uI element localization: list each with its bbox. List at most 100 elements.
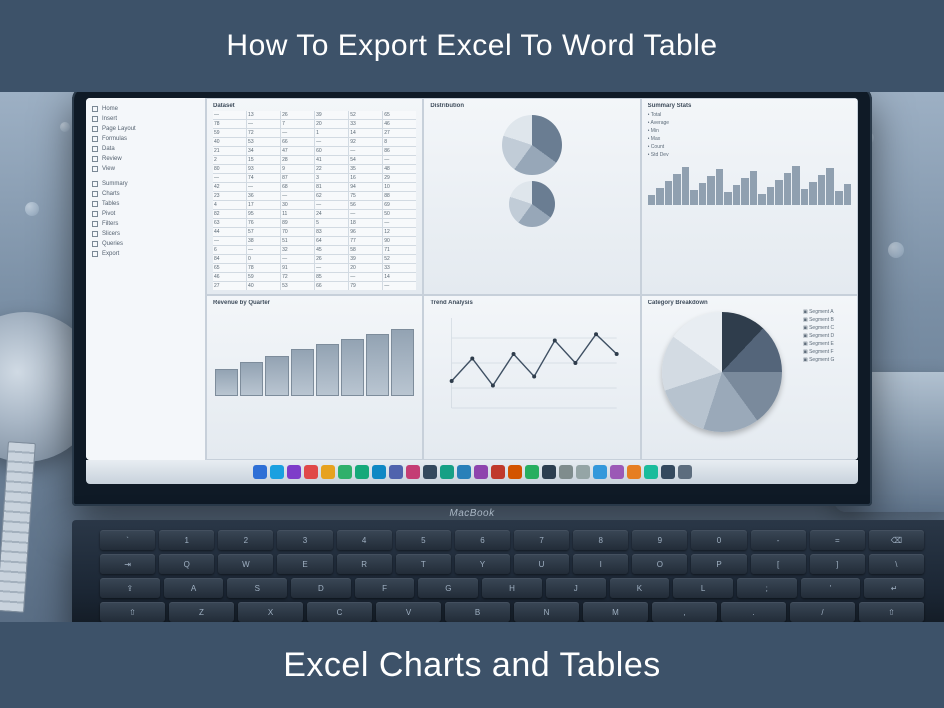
keyboard-key[interactable]: 2 xyxy=(218,530,273,550)
keyboard-key[interactable]: 4 xyxy=(337,530,392,550)
keyboard-key[interactable]: T xyxy=(396,554,451,574)
sidebar-item[interactable]: Insert xyxy=(90,114,201,124)
dock-app-icon[interactable] xyxy=(389,465,403,479)
dock-app-icon[interactable] xyxy=(627,465,641,479)
keyboard-key[interactable]: X xyxy=(238,602,303,622)
dock-app-icon[interactable] xyxy=(678,465,692,479)
dock-app-icon[interactable] xyxy=(423,465,437,479)
dock-app-icon[interactable] xyxy=(270,465,284,479)
dock-app-icon[interactable] xyxy=(593,465,607,479)
keyboard-key[interactable]: / xyxy=(790,602,855,622)
keyboard-key[interactable]: I xyxy=(573,554,628,574)
keyboard-key[interactable]: F xyxy=(355,578,415,598)
keyboard-key[interactable]: [ xyxy=(751,554,806,574)
keyboard-key[interactable]: ⇥ xyxy=(100,554,155,574)
keyboard-key[interactable]: 8 xyxy=(573,530,628,550)
table-cell: 60 xyxy=(315,147,348,155)
keyboard-key[interactable]: 6 xyxy=(455,530,510,550)
keyboard-key[interactable]: A xyxy=(164,578,224,598)
dock-app-icon[interactable] xyxy=(644,465,658,479)
keyboard-key[interactable]: 3 xyxy=(277,530,332,550)
keyboard-key[interactable]: ↵ xyxy=(864,578,924,598)
dock-app-icon[interactable] xyxy=(321,465,335,479)
sidebar-item[interactable]: Data xyxy=(90,144,201,154)
keyboard-key[interactable]: Q xyxy=(159,554,214,574)
keyboard-key[interactable]: ; xyxy=(737,578,797,598)
keyboard-key[interactable]: Z xyxy=(169,602,234,622)
table-cell: 59 xyxy=(247,273,280,281)
sidebar-item[interactable]: Tables xyxy=(90,199,201,209)
keyboard-key[interactable]: Y xyxy=(455,554,510,574)
sidebar-item[interactable]: View xyxy=(90,164,201,174)
dock-app-icon[interactable] xyxy=(508,465,522,479)
dock-app-icon[interactable] xyxy=(338,465,352,479)
dock-app-icon[interactable] xyxy=(372,465,386,479)
keyboard-key[interactable]: 7 xyxy=(514,530,569,550)
keyboard-key[interactable]: S xyxy=(227,578,287,598)
keyboard-key[interactable]: O xyxy=(632,554,687,574)
keyboard-key[interactable]: K xyxy=(610,578,670,598)
sidebar-item[interactable]: Summary xyxy=(90,179,201,189)
keyboard-key[interactable]: V xyxy=(376,602,441,622)
dock-app-icon[interactable] xyxy=(576,465,590,479)
dock-app-icon[interactable] xyxy=(474,465,488,479)
keyboard-key[interactable]: W xyxy=(218,554,273,574)
table-cell: 87 xyxy=(281,174,314,182)
dock-app-icon[interactable] xyxy=(406,465,420,479)
keyboard-key[interactable]: , xyxy=(652,602,717,622)
keyboard-key[interactable]: ' xyxy=(801,578,861,598)
sidebar-item[interactable]: Formulas xyxy=(90,134,201,144)
keyboard-key[interactable]: 0 xyxy=(691,530,746,550)
table-cell: 81 xyxy=(315,183,348,191)
table-cell: 53 xyxy=(281,282,314,290)
keyboard-key[interactable]: ` xyxy=(100,530,155,550)
keyboard-key[interactable]: H xyxy=(482,578,542,598)
sidebar-item[interactable]: Slicers xyxy=(90,229,201,239)
keyboard-key[interactable]: E xyxy=(277,554,332,574)
keyboard-key[interactable]: C xyxy=(307,602,372,622)
keyboard-key[interactable]: P xyxy=(691,554,746,574)
dock-app-icon[interactable] xyxy=(253,465,267,479)
keyboard-key[interactable]: G xyxy=(418,578,478,598)
dock-app-icon[interactable] xyxy=(610,465,624,479)
sidebar-item[interactable]: Page Layout xyxy=(90,124,201,134)
dock-app-icon[interactable] xyxy=(440,465,454,479)
sidebar-item[interactable]: Filters xyxy=(90,219,201,229)
sidebar-item[interactable]: Review xyxy=(90,154,201,164)
table-cell: 46 xyxy=(213,273,246,281)
keyboard-key[interactable]: ⇧ xyxy=(100,602,165,622)
keyboard-key[interactable]: 9 xyxy=(632,530,687,550)
keyboard-key[interactable]: = xyxy=(810,530,865,550)
dock-app-icon[interactable] xyxy=(542,465,556,479)
dock-app-icon[interactable] xyxy=(525,465,539,479)
keyboard-key[interactable]: ⇧ xyxy=(859,602,924,622)
dock-app-icon[interactable] xyxy=(355,465,369,479)
keyboard-key[interactable]: \ xyxy=(869,554,924,574)
sidebar-item[interactable]: Charts xyxy=(90,189,201,199)
keyboard-key[interactable]: J xyxy=(546,578,606,598)
dock-app-icon[interactable] xyxy=(457,465,471,479)
keyboard-key[interactable]: ⌫ xyxy=(869,530,924,550)
dock-app-icon[interactable] xyxy=(559,465,573,479)
sidebar-item[interactable]: Export xyxy=(90,249,201,259)
keyboard-key[interactable]: B xyxy=(445,602,510,622)
keyboard-key[interactable]: N xyxy=(514,602,579,622)
keyboard-key[interactable]: 1 xyxy=(159,530,214,550)
sidebar-item[interactable]: Queries xyxy=(90,239,201,249)
keyboard-key[interactable]: R xyxy=(337,554,392,574)
keyboard-key[interactable]: M xyxy=(583,602,648,622)
dock-app-icon[interactable] xyxy=(491,465,505,479)
sidebar-item[interactable]: Home xyxy=(90,104,201,114)
keyboard-key[interactable]: ] xyxy=(810,554,865,574)
keyboard-key[interactable]: D xyxy=(291,578,351,598)
sidebar-item[interactable]: Pivot xyxy=(90,209,201,219)
keyboard-key[interactable]: 5 xyxy=(396,530,451,550)
dock-app-icon[interactable] xyxy=(661,465,675,479)
keyboard-key[interactable]: . xyxy=(721,602,786,622)
dock-app-icon[interactable] xyxy=(287,465,301,479)
keyboard-key[interactable]: - xyxy=(751,530,806,550)
keyboard-key[interactable]: L xyxy=(673,578,733,598)
dock-app-icon[interactable] xyxy=(304,465,318,479)
keyboard-key[interactable]: ⇪ xyxy=(100,578,160,598)
keyboard-key[interactable]: U xyxy=(514,554,569,574)
